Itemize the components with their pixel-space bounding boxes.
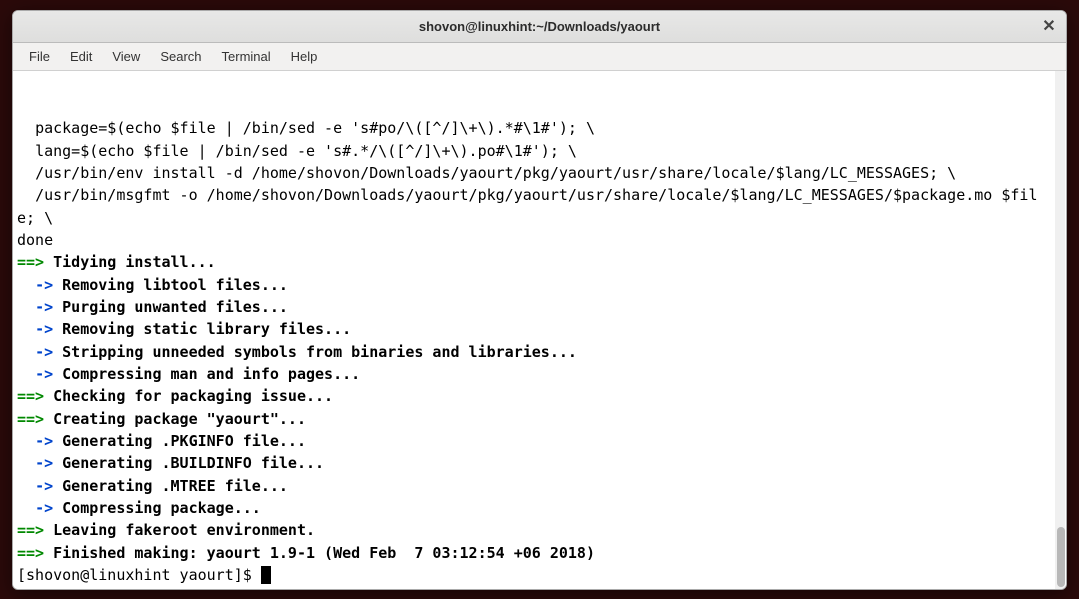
terminal-line-minor: -> Removing static library files... <box>17 318 1050 340</box>
terminal-line: package=$(echo $file | /bin/sed -e 's#po… <box>17 117 1050 139</box>
menubar: File Edit View Search Terminal Help <box>13 43 1066 71</box>
terminal-line-minor: -> Generating .PKGINFO file... <box>17 430 1050 452</box>
titlebar[interactable]: shovon@linuxhint:~/Downloads/yaourt ✕ <box>13 11 1066 43</box>
menu-file[interactable]: File <box>19 45 60 68</box>
terminal-line: done <box>17 229 1050 251</box>
menu-view[interactable]: View <box>102 45 150 68</box>
terminal-line-minor: -> Compressing package... <box>17 497 1050 519</box>
terminal-line-minor: -> Generating .BUILDINFO file... <box>17 452 1050 474</box>
terminal-line-minor: -> Removing libtool files... <box>17 274 1050 296</box>
menu-help[interactable]: Help <box>281 45 328 68</box>
menu-search[interactable]: Search <box>150 45 211 68</box>
terminal-prompt: [shovon@linuxhint yaourt]$ <box>17 566 261 584</box>
terminal-line: /usr/bin/msgfmt -o /home/shovon/Download… <box>17 184 1050 229</box>
menu-terminal[interactable]: Terminal <box>212 45 281 68</box>
terminal-line-major: ==> Creating package "yaourt"... <box>17 408 1050 430</box>
terminal-line-minor: -> Compressing man and info pages... <box>17 363 1050 385</box>
terminal-cursor <box>261 566 271 584</box>
terminal-line: lang=$(echo $file | /bin/sed -e 's#.*/\(… <box>17 140 1050 162</box>
terminal-window: shovon@linuxhint:~/Downloads/yaourt ✕ Fi… <box>12 10 1067 590</box>
terminal-line-minor: -> Stripping unneeded symbols from binar… <box>17 341 1050 363</box>
terminal-line-major: ==> Leaving fakeroot environment. <box>17 519 1050 541</box>
scrollbar[interactable] <box>1055 71 1065 589</box>
terminal-prompt-line: [shovon@linuxhint yaourt]$ <box>17 564 1050 586</box>
terminal-line-minor: -> Purging unwanted files... <box>17 296 1050 318</box>
terminal-area[interactable]: package=$(echo $file | /bin/sed -e 's#po… <box>13 71 1066 589</box>
terminal-line-major: ==> Finished making: yaourt 1.9-1 (Wed F… <box>17 542 1050 564</box>
menu-edit[interactable]: Edit <box>60 45 102 68</box>
terminal-line: /usr/bin/env install -d /home/shovon/Dow… <box>17 162 1050 184</box>
terminal-line-minor: -> Generating .MTREE file... <box>17 475 1050 497</box>
terminal-line-major: ==> Tidying install... <box>17 251 1050 273</box>
scrollbar-thumb[interactable] <box>1057 527 1065 587</box>
window-title: shovon@linuxhint:~/Downloads/yaourt <box>419 19 660 34</box>
close-icon[interactable]: ✕ <box>1040 17 1058 35</box>
terminal-line-major: ==> Checking for packaging issue... <box>17 385 1050 407</box>
